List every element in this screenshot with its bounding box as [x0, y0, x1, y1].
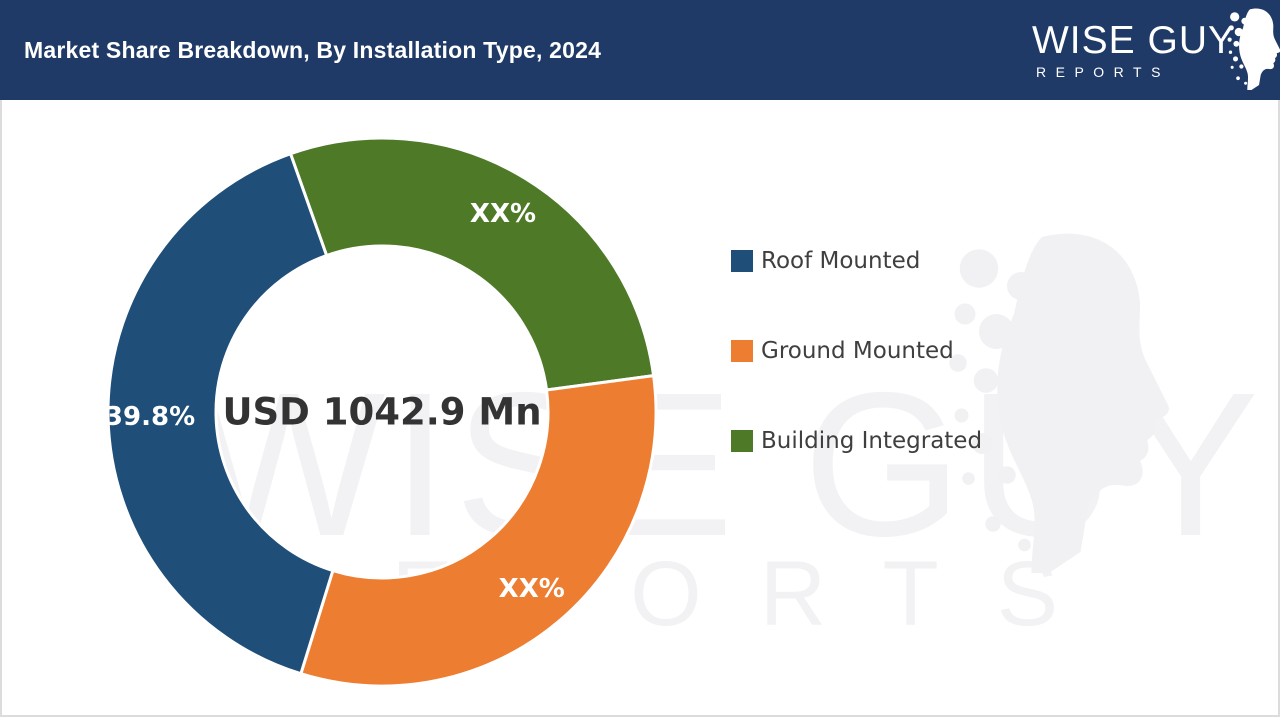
logo-subtitle: REPORTS — [1036, 64, 1170, 80]
page-title: Market Share Breakdown, By Installation … — [24, 36, 602, 63]
legend-swatch-roof-mounted — [731, 250, 753, 272]
legend-item-roof-mounted: Roof Mounted — [731, 248, 982, 274]
segment-value-label: XX% — [498, 574, 565, 605]
chart-card: WISE GUY REPORTS USD 1042.9 Mn XX% XX% 39.… — [0, 100, 1280, 717]
segment-building-integrated — [289, 136, 656, 392]
legend-item-ground-mounted: Ground Mounted — [731, 338, 982, 364]
chart-center-value: USD 1042.9 Mn — [222, 390, 542, 434]
legend-item-building-integrated: Building Integrated — [731, 428, 983, 454]
legend-label: Building Integrated — [761, 428, 983, 454]
wise-guy-logo: WISE GUY REPORTS — [1032, 8, 1280, 92]
header-bar: Market Share Breakdown, By Installation … — [0, 0, 1280, 100]
chart-legend: Roof Mounted Ground Mounted Building Int… — [731, 248, 983, 520]
legend-swatch-ground-mounted — [731, 340, 753, 362]
head-profile-icon — [1221, 6, 1280, 95]
segment-value-label: 39.8% — [104, 401, 196, 432]
legend-label: Roof Mounted — [761, 248, 921, 274]
segment-value-label: XX% — [469, 199, 537, 230]
legend-label: Ground Mounted — [761, 338, 954, 364]
donut-chart: USD 1042.9 Mn XX% XX% 39.8% — [105, 135, 659, 689]
logo-wordmark: WISE GUY — [1032, 19, 1236, 62]
legend-swatch-building-integrated — [731, 430, 753, 452]
